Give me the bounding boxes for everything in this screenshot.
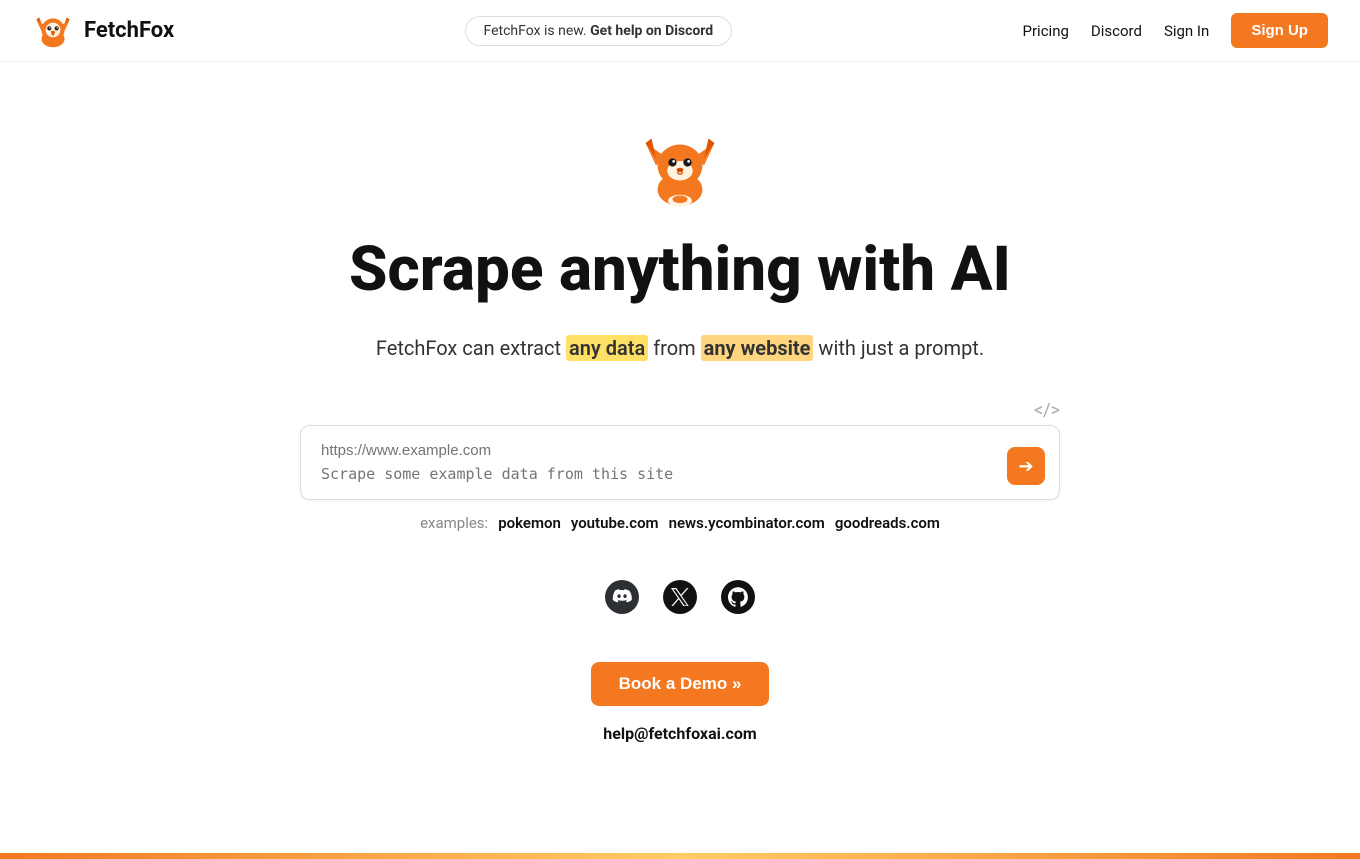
fox-logo-icon (32, 10, 74, 52)
subtitle-prefix: FetchFox can extract (376, 336, 566, 360)
subtitle-highlight1: any data (566, 335, 648, 361)
subtitle-highlight2: any website (701, 335, 814, 361)
banner-discord-cta: Get help on Discord (590, 23, 713, 39)
bottom-gradient-bar (0, 853, 1360, 859)
discord-link[interactable]: Discord (1091, 22, 1142, 40)
subtitle-mid: from (648, 336, 700, 360)
subtitle-suffix: with just a prompt. (813, 336, 984, 360)
submit-button[interactable]: ➔ (1007, 447, 1045, 485)
brand-name: FetchFox (84, 18, 174, 43)
hero-subtitle: FetchFox can extract any data from any w… (376, 332, 984, 364)
nav-links: Pricing Discord Sign In Sign Up (1023, 13, 1328, 48)
banner-tagline: FetchFox is new. (484, 23, 587, 39)
code-icon-row: </> (300, 400, 1060, 421)
discord-icon[interactable] (605, 580, 639, 614)
hero-fox-mascot (635, 122, 725, 212)
help-email: help@fetchfoxai.com (603, 724, 756, 743)
navbar: FetchFox FetchFox is new. Get help on Di… (0, 0, 1360, 62)
hero-section: Scrape anything with AI FetchFox can ext… (0, 62, 1360, 823)
example-youtube[interactable]: youtube.com (571, 514, 659, 532)
new-banner: FetchFox is new. Get help on Discord (465, 16, 733, 46)
github-icon[interactable] (721, 580, 755, 614)
book-demo-button[interactable]: Book a Demo » (591, 662, 770, 706)
signin-link[interactable]: Sign In (1164, 22, 1209, 40)
scrape-input-box: ➔ (300, 425, 1060, 500)
url-input[interactable] (321, 442, 1039, 459)
examples-row: examples: pokemon youtube.com news.ycomb… (420, 514, 940, 532)
social-row (605, 580, 755, 614)
hero-title: Scrape anything with AI (349, 236, 1011, 304)
example-ycombinator[interactable]: news.ycombinator.com (669, 514, 825, 532)
arrow-right-icon: ➔ (1018, 456, 1033, 477)
x-twitter-icon[interactable] (663, 580, 697, 614)
examples-label: examples: (420, 514, 488, 532)
prompt-input[interactable] (321, 465, 989, 483)
pricing-link[interactable]: Pricing (1023, 22, 1069, 40)
example-goodreads[interactable]: goodreads.com (835, 514, 940, 532)
nav-brand-area: FetchFox (32, 10, 174, 52)
example-pokemon[interactable]: pokemon (498, 514, 561, 532)
signup-button[interactable]: Sign Up (1231, 13, 1328, 48)
code-icon[interactable]: </> (1034, 400, 1060, 421)
